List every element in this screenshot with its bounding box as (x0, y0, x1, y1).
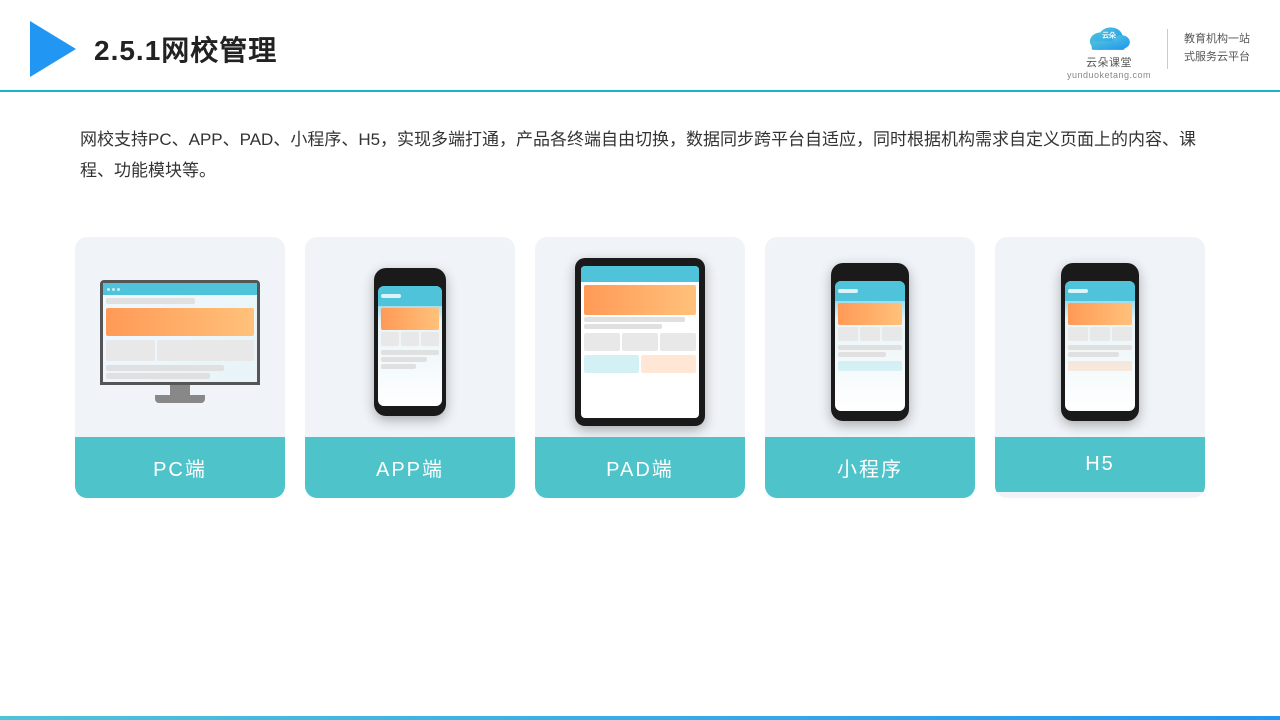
miniapp-image-area (765, 237, 975, 437)
cards-container: PC端 (0, 207, 1280, 528)
svg-text:云朵: 云朵 (1102, 31, 1116, 40)
monitor-screen (100, 280, 260, 385)
app-image-area (305, 237, 515, 437)
h5-screen (1065, 281, 1135, 411)
miniapp-phone (831, 263, 909, 421)
brand-name: 云朵课堂 (1086, 54, 1132, 70)
app-phone (374, 268, 446, 416)
phone-notch-mini (859, 271, 881, 277)
tablet-screen (581, 266, 699, 418)
pc-monitor (100, 280, 260, 403)
brand-tagline: 教育机构一站 式服务云平台 (1184, 31, 1250, 66)
app-label: APP端 (305, 437, 515, 498)
h5-label: H5 (995, 437, 1205, 492)
pc-image-area (75, 237, 285, 437)
phone-screen (378, 286, 442, 406)
bottom-bar (0, 716, 1280, 720)
miniapp-card: 小程序 (765, 237, 975, 498)
miniapp-label: 小程序 (765, 437, 975, 498)
phone-notch-h5 (1089, 271, 1111, 277)
page-title: 2.5.1网校管理 (94, 29, 277, 69)
description-text: 网校支持PC、APP、PAD、小程序、H5，实现多端打通，产品各终端自由切换，数… (0, 92, 1280, 197)
header-left: 2.5.1网校管理 (30, 21, 277, 77)
pc-card: PC端 (75, 237, 285, 498)
cloud-icon: 云朵 (1083, 18, 1135, 54)
brand-url: yunduoketang.com (1067, 70, 1151, 80)
app-card: APP端 (305, 237, 515, 498)
h5-phone (1061, 263, 1139, 421)
h5-card: H5 (995, 237, 1205, 498)
header-right: 云朵 云朵课堂 yunduoketang.com 教育机构一站 式服务云平台 (1067, 18, 1250, 80)
brand-divider (1167, 29, 1168, 69)
phone-notch (399, 276, 421, 282)
cloud-logo: 云朵 云朵课堂 yunduoketang.com (1067, 18, 1151, 80)
logo-triangle-icon (30, 21, 76, 77)
tablet-device (575, 258, 705, 426)
pad-image-area (535, 237, 745, 437)
h5-image-area (995, 237, 1205, 437)
header: 2.5.1网校管理 云朵 云朵课堂 yunduoketang.com (0, 0, 1280, 92)
pc-label: PC端 (75, 437, 285, 498)
miniapp-screen (835, 281, 905, 411)
pad-label: PAD端 (535, 437, 745, 498)
pad-card: PAD端 (535, 237, 745, 498)
